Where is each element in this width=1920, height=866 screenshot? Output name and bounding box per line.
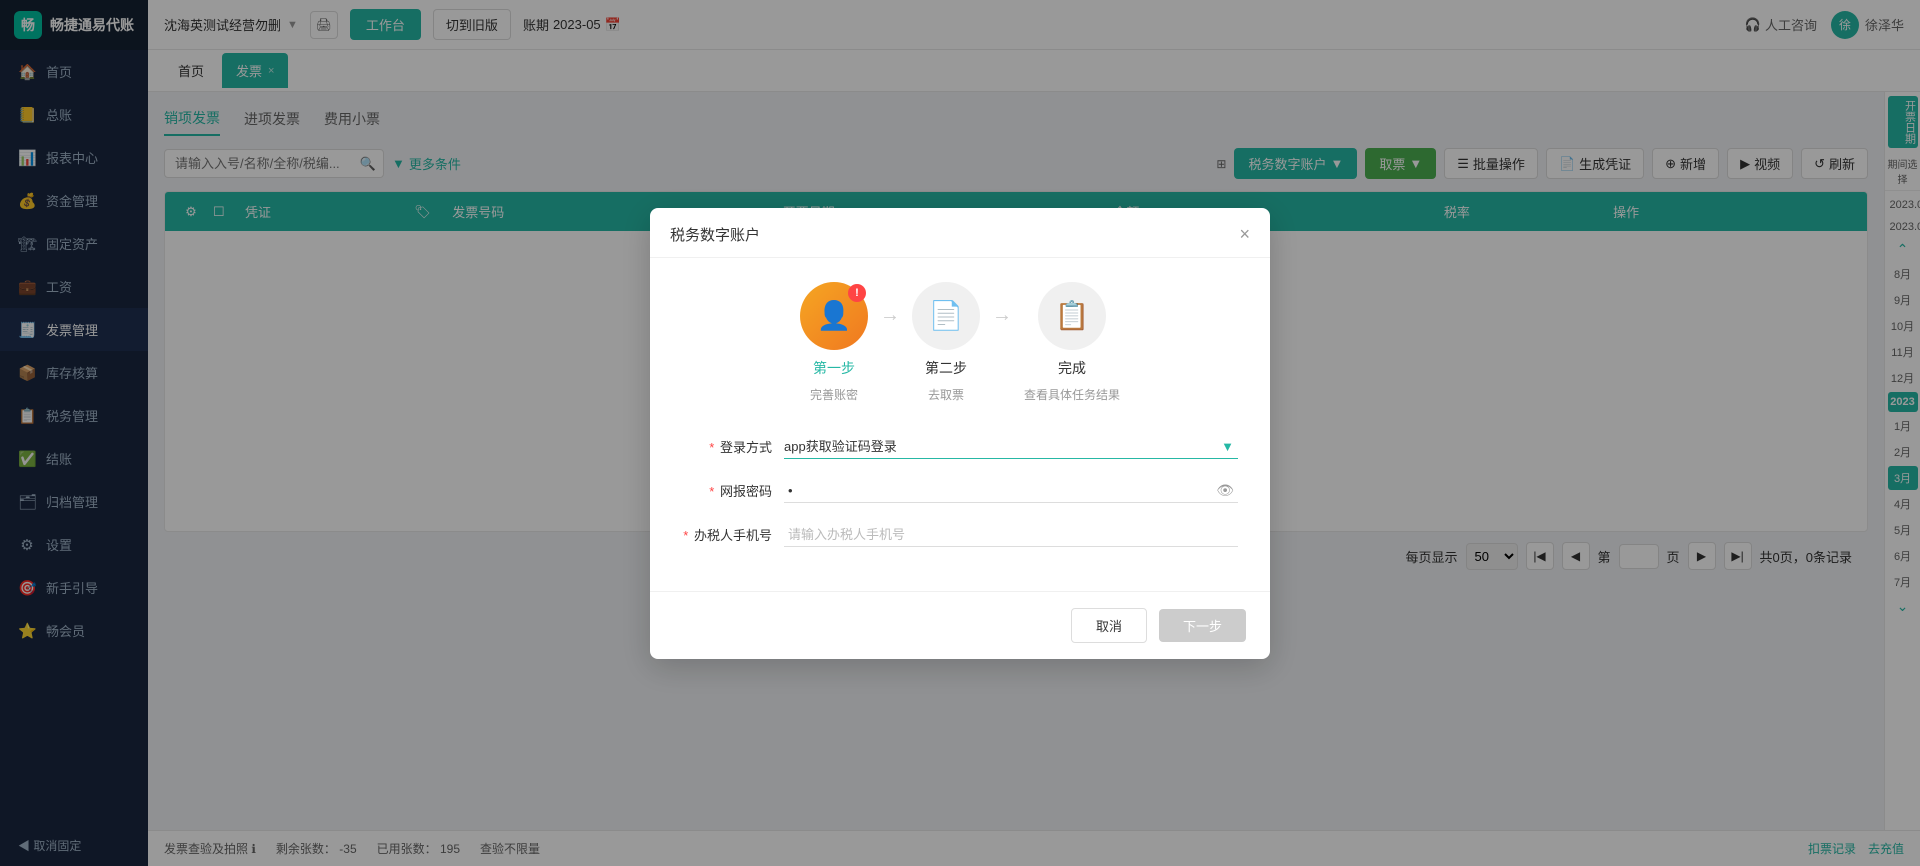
password-input[interactable] xyxy=(784,479,1238,503)
phone-label: * 办税人手机号 xyxy=(682,525,772,544)
login-method-control: app获取验证码登录 ▼ xyxy=(784,435,1238,459)
phone-input[interactable] xyxy=(784,523,1238,547)
login-method-row: * 登录方式 app获取验证码登录 ▼ xyxy=(682,435,1238,459)
step-2-desc: 去取票 xyxy=(928,386,964,403)
step-arrow-2: → xyxy=(992,282,1012,327)
eye-toggle-icon[interactable]: 👁 xyxy=(1216,482,1234,499)
dialog-overlay: 税务数字账户 × 👤 ! 第一步 完善账密 → xyxy=(0,0,1920,866)
step-3: 📋 完成 查看具体任务结果 xyxy=(1024,282,1120,403)
step-3-desc: 查看具体任务结果 xyxy=(1024,386,1120,403)
step-3-icon-wrap: 📋 xyxy=(1038,282,1106,350)
step-2-title: 第二步 xyxy=(925,358,967,378)
step-2-icon: 📄 xyxy=(929,299,964,332)
step-2-icon-wrap: 📄 xyxy=(912,282,980,350)
password-control: 👁 xyxy=(784,479,1238,503)
step-3-title: 完成 xyxy=(1058,358,1086,378)
step-1-title: 第一步 xyxy=(813,358,855,378)
step-1-badge: ! xyxy=(848,284,866,302)
dialog-footer: 取消 下一步 xyxy=(650,591,1270,659)
dialog-close-button[interactable]: × xyxy=(1239,225,1250,243)
step-1-icon-wrap: 👤 ! xyxy=(800,282,868,350)
tax-account-dialog: 税务数字账户 × 👤 ! 第一步 完善账密 → xyxy=(650,208,1270,659)
phone-row: * 办税人手机号 xyxy=(682,523,1238,547)
step-2: 📄 第二步 去取票 xyxy=(912,282,980,403)
cancel-button[interactable]: 取消 xyxy=(1071,608,1147,643)
next-button[interactable]: 下一步 xyxy=(1159,609,1246,642)
step-3-icon: 📋 xyxy=(1055,299,1090,332)
step-arrow-1: → xyxy=(880,282,900,327)
password-row: * 网报密码 👁 xyxy=(682,479,1238,503)
step-1: 👤 ! 第一步 完善账密 xyxy=(800,282,868,403)
dialog-header: 税务数字账户 × xyxy=(650,208,1270,258)
login-method-label: * 登录方式 xyxy=(682,437,772,456)
password-label: * 网报密码 xyxy=(682,481,772,500)
login-method-select[interactable]: app获取验证码登录 xyxy=(784,435,1238,459)
step-1-icon: 👤 xyxy=(817,299,852,332)
phone-control xyxy=(784,523,1238,547)
step-1-desc: 完善账密 xyxy=(810,386,858,403)
dialog-body: 👤 ! 第一步 完善账密 → 📄 第二步 去取票 → xyxy=(650,258,1270,591)
steps-indicator: 👤 ! 第一步 完善账密 → 📄 第二步 去取票 → xyxy=(682,282,1238,403)
dialog-title: 税务数字账户 xyxy=(670,224,760,245)
